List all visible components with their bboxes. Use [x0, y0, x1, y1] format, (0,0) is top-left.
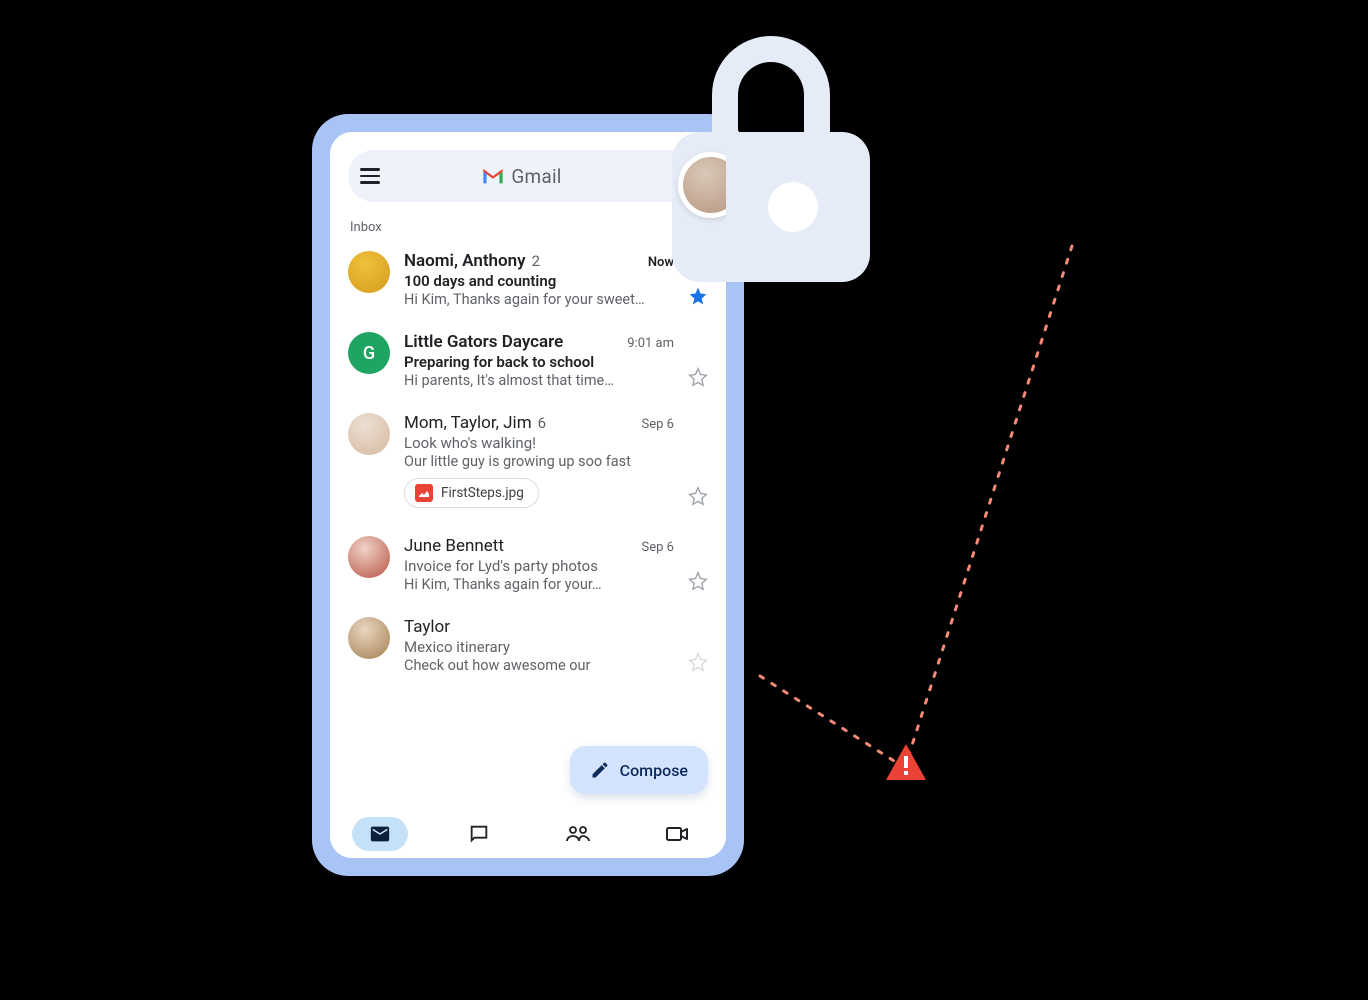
gmail-app-screen: Gmail Inbox Naomi, Anthony 2 Now 100 day…: [330, 132, 726, 858]
app-title: Gmail: [511, 165, 561, 188]
message-item[interactable]: Taylor Mexico itinerary Check out how aw…: [330, 605, 726, 686]
attachment-chip[interactable]: FirstSteps.jpg: [404, 478, 539, 508]
message-subject: Invoice for Lyd's party photos: [404, 557, 674, 575]
sender-name: Taylor: [404, 617, 450, 637]
mail-icon: [369, 823, 391, 845]
image-icon: [415, 484, 433, 502]
message-item[interactable]: Naomi, Anthony 2 Now 100 days and counti…: [330, 239, 726, 320]
message-subject: 100 days and counting: [404, 272, 674, 290]
star-outline-icon[interactable]: [688, 652, 708, 672]
message-time: Sep 6: [642, 540, 674, 555]
message-preview: Check out how awesome our: [404, 657, 674, 674]
nav-meet[interactable]: [649, 817, 705, 851]
people-icon: [565, 823, 591, 845]
compose-button[interactable]: Compose: [570, 746, 708, 794]
sender-avatar: [348, 413, 390, 455]
message-subject: Preparing for back to school: [404, 353, 674, 371]
topbar: Gmail: [348, 150, 708, 202]
message-preview: Our little guy is growing up soo fast: [404, 453, 674, 470]
attachment-name: FirstSteps.jpg: [441, 485, 524, 501]
star-outline-icon[interactable]: [688, 367, 708, 387]
profile-avatar[interactable]: [678, 152, 726, 218]
star-icon[interactable]: [688, 286, 708, 306]
sender-avatar: [348, 536, 390, 578]
sender-name: Little Gators Daycare: [404, 332, 563, 352]
message-time: Now: [648, 255, 674, 270]
menu-icon[interactable]: [360, 163, 386, 189]
pencil-icon: [590, 760, 610, 780]
message-preview: Hi Kim, Thanks again for your…: [404, 576, 674, 593]
message-list: Naomi, Anthony 2 Now 100 days and counti…: [330, 239, 726, 810]
sender-name: Mom, Taylor, Jim: [404, 413, 532, 433]
gmail-logo[interactable]: Gmail: [482, 165, 561, 188]
message-preview: Hi parents, It's almost that time…: [404, 372, 674, 389]
nav-spaces[interactable]: [550, 817, 606, 851]
thread-count: 6: [538, 414, 546, 432]
sender-name: Naomi, Anthony: [404, 251, 526, 271]
star-outline-icon[interactable]: [688, 571, 708, 591]
warning-triangle-icon: [884, 742, 928, 782]
compose-label: Compose: [620, 761, 688, 780]
inbox-label: Inbox: [330, 214, 726, 239]
message-item[interactable]: G Little Gators Daycare 9:01 am Preparin…: [330, 320, 726, 401]
message-time: 9:01 am: [627, 336, 674, 351]
message-subject: Mexico itinerary: [404, 638, 674, 656]
sender-avatar: [348, 251, 390, 293]
message-preview: Hi Kim, Thanks again for your sweet…: [404, 291, 674, 308]
sender-avatar: [348, 617, 390, 659]
sender-avatar: G: [348, 332, 390, 374]
gmail-m-icon: [482, 167, 504, 185]
thread-count: 2: [532, 252, 540, 270]
nav-chat[interactable]: [451, 817, 507, 851]
video-icon: [665, 823, 689, 845]
message-item[interactable]: June Bennett Sep 6 Invoice for Lyd's par…: [330, 524, 726, 605]
bottom-nav: [330, 810, 726, 858]
sender-name: June Bennett: [404, 536, 504, 556]
nav-mail[interactable]: [352, 817, 408, 851]
message-subject: Look who's walking!: [404, 434, 674, 452]
message-item[interactable]: Mom, Taylor, Jim 6 Sep 6 Look who's walk…: [330, 401, 726, 524]
message-time: Sep 6: [642, 417, 674, 432]
star-outline-icon[interactable]: [688, 486, 708, 506]
chat-icon: [468, 823, 490, 845]
